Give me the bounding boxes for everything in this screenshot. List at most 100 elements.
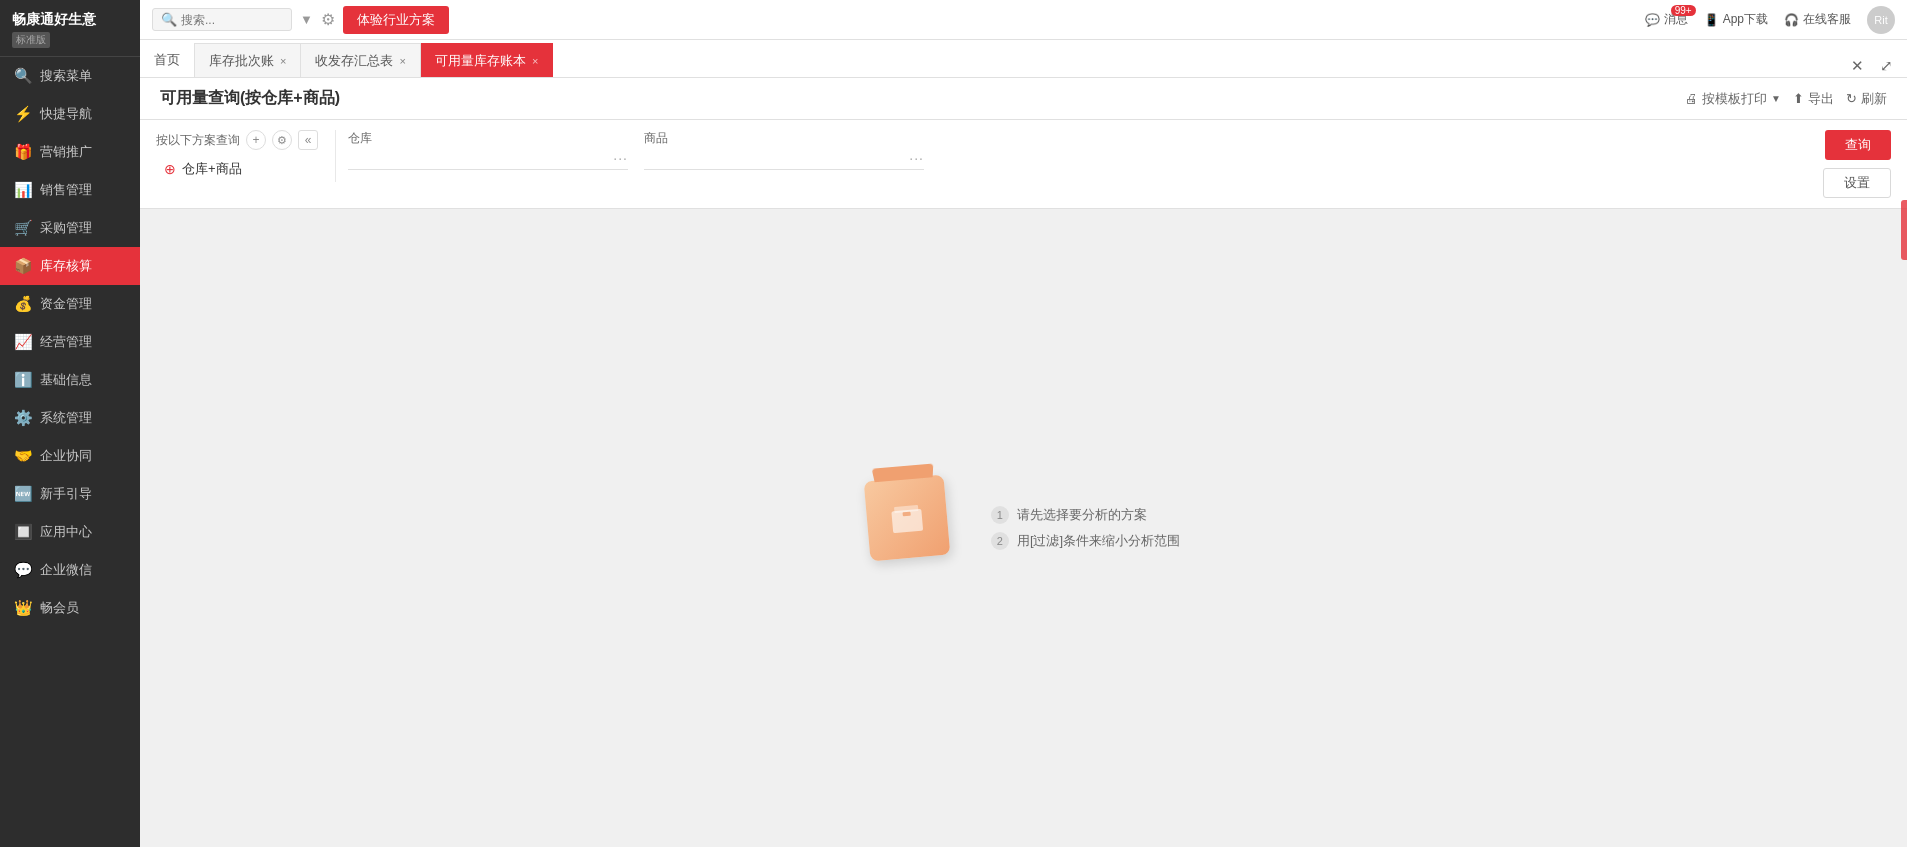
query-button[interactable]: 查询	[1825, 130, 1891, 160]
scheme-settings-button[interactable]: ⚙	[272, 130, 292, 150]
system-icon: ⚙️	[14, 409, 32, 427]
tab-stock-summary-close[interactable]: ×	[399, 55, 405, 67]
goods-input[interactable]	[644, 151, 903, 166]
goods-input-wrapper: ···	[644, 150, 924, 170]
user-avatar[interactable]: Rit	[1867, 6, 1895, 34]
sidebar-item-inventory[interactable]: 📦 库存核算	[0, 247, 140, 285]
tab-expand-button[interactable]: ⤢	[1874, 55, 1899, 77]
sidebar-item-shortcut[interactable]: ⚡ 快捷导航	[0, 95, 140, 133]
refresh-label: 刷新	[1861, 90, 1887, 108]
empty-state: 1 请先选择要分析的方案 2 用[过滤]条件来缩小分析范围	[867, 478, 1180, 578]
purchase-icon: 🛒	[14, 219, 32, 237]
scheme-item-warehouse-goods[interactable]: ⊕ 仓库+商品	[156, 156, 323, 182]
collapse-scheme-button[interactable]: «	[298, 130, 318, 150]
sidebar-item-search-label: 搜索菜单	[40, 67, 126, 85]
sidebar-item-wechat[interactable]: 💬 企业微信	[0, 551, 140, 589]
print-template-button[interactable]: 🖨 按模板打印 ▼	[1685, 90, 1781, 108]
phone-icon: 📱	[1704, 13, 1719, 27]
scheme-item-label: 仓库+商品	[182, 160, 242, 178]
top-search-input[interactable]	[181, 13, 281, 27]
print-label: 按模板打印	[1702, 90, 1767, 108]
refresh-button[interactable]: ↻ 刷新	[1846, 90, 1887, 108]
sidebar-item-basic[interactable]: ℹ️ 基础信息	[0, 361, 140, 399]
sidebar: 畅康通好生意 标准版 🔍 搜索菜单 ⚡ 快捷导航 🎁 营销推广 📊 销售管理 🛒…	[0, 0, 140, 847]
top-bar: 🔍 ▼ ⚙ 体验行业方案 💬 消息 99+ 📱 App下载 🎧 在线客服 Rit	[140, 0, 1907, 40]
warehouse-label: 仓库	[348, 130, 628, 147]
tab-available-ledger-close[interactable]: ×	[532, 55, 538, 67]
tab-close-button[interactable]: ✕	[1845, 55, 1870, 77]
dropdown-arrow-icon[interactable]: ▼	[300, 12, 313, 27]
hint-text-2: 用[过滤]条件来缩小分析范围	[1017, 532, 1180, 550]
sidebar-item-purchase-label: 采购管理	[40, 219, 126, 237]
empty-hint-1: 1 请先选择要分析的方案	[991, 506, 1180, 524]
trial-industry-button[interactable]: 体验行业方案	[343, 6, 449, 34]
empty-illustration	[867, 478, 967, 578]
app-download-label: App下载	[1723, 11, 1768, 28]
scheme-warehouse-icon: ⊕	[164, 161, 176, 177]
warehouse-more-icon[interactable]: ···	[613, 150, 628, 166]
empty-hint-2: 2 用[过滤]条件来缩小分析范围	[991, 532, 1180, 550]
sidebar-header: 畅康通好生意 标准版	[0, 0, 140, 57]
setting-button[interactable]: 设置	[1823, 168, 1891, 198]
tab-batch-ledger-close[interactable]: ×	[280, 55, 286, 67]
sidebar-item-sales[interactable]: 📊 销售管理	[0, 171, 140, 209]
avatar-text: Rit	[1874, 14, 1887, 26]
sidebar-item-wechat-label: 企业微信	[40, 561, 126, 579]
content-area: 1 请先选择要分析的方案 2 用[过滤]条件来缩小分析范围	[140, 209, 1907, 847]
message-badge: 99+	[1671, 5, 1696, 16]
sidebar-item-guide[interactable]: 🆕 新手引导	[0, 475, 140, 513]
hint-num-1: 1	[991, 506, 1009, 524]
wechat-icon: 💬	[14, 561, 32, 579]
message-button[interactable]: 💬 消息 99+	[1645, 11, 1688, 28]
sidebar-item-finance-label: 资金管理	[40, 295, 126, 313]
export-icon: ⬆	[1793, 91, 1804, 106]
scroll-indicator	[1901, 200, 1907, 260]
guide-icon: 🆕	[14, 485, 32, 503]
sidebar-item-system[interactable]: ⚙️ 系统管理	[0, 399, 140, 437]
refresh-icon: ↻	[1846, 91, 1857, 106]
tab-bar: 首页 库存批次账 × 收发存汇总表 × 可用量库存账本 × ✕ ⤢	[140, 40, 1907, 78]
box-illustration	[864, 475, 951, 562]
warehouse-input[interactable]	[348, 151, 607, 166]
top-bar-search-box[interactable]: 🔍	[152, 8, 292, 31]
app-download-button[interactable]: 📱 App下载	[1704, 11, 1768, 28]
tab-batch-ledger[interactable]: 库存批次账 ×	[195, 43, 301, 77]
sidebar-item-finance[interactable]: 💰 资金管理	[0, 285, 140, 323]
sidebar-item-shortcut-label: 快捷导航	[40, 105, 126, 123]
sidebar-item-operation[interactable]: 📈 经营管理	[0, 323, 140, 361]
goods-more-icon[interactable]: ···	[909, 150, 924, 166]
marketing-icon: 🎁	[14, 143, 32, 161]
search-icon-top: 🔍	[161, 12, 177, 27]
print-icon: 🖨	[1685, 91, 1698, 106]
online-service-button[interactable]: 🎧 在线客服	[1784, 11, 1851, 28]
headset-icon: 🎧	[1784, 13, 1799, 27]
warehouse-input-wrapper: ···	[348, 150, 628, 170]
sidebar-item-search[interactable]: 🔍 搜索菜单	[0, 57, 140, 95]
top-bar-right: 💬 消息 99+ 📱 App下载 🎧 在线客服 Rit	[1645, 6, 1895, 34]
filter-fields: 仓库 ··· 商品 ···	[348, 130, 1811, 170]
app-center-icon: 🔲	[14, 523, 32, 541]
export-button[interactable]: ⬆ 导出	[1793, 90, 1834, 108]
app-version: 标准版	[12, 32, 50, 48]
sidebar-item-purchase[interactable]: 🛒 采购管理	[0, 209, 140, 247]
page-title: 可用量查询(按仓库+商品)	[160, 88, 340, 109]
gear-icon[interactable]: ⚙	[321, 10, 335, 29]
main-area: 🔍 ▼ ⚙ 体验行业方案 💬 消息 99+ 📱 App下载 🎧 在线客服 Rit	[140, 0, 1907, 847]
sidebar-item-app-center-label: 应用中心	[40, 523, 126, 541]
tab-stock-summary[interactable]: 收发存汇总表 ×	[301, 43, 420, 77]
add-scheme-button[interactable]: +	[246, 130, 266, 150]
scheme-header-label: 按以下方案查询	[156, 132, 240, 149]
tab-home[interactable]: 首页	[140, 43, 195, 77]
sidebar-item-member-label: 畅会员	[40, 599, 126, 617]
filter-action-buttons: 查询 设置	[1823, 130, 1891, 198]
tab-right-buttons: ✕ ⤢	[1845, 55, 1907, 77]
sidebar-item-marketing[interactable]: 🎁 营销推广	[0, 133, 140, 171]
page-header-actions: 🖨 按模板打印 ▼ ⬆ 导出 ↻ 刷新	[1685, 90, 1887, 108]
sidebar-item-app-center[interactable]: 🔲 应用中心	[0, 513, 140, 551]
tab-available-ledger-label: 可用量库存账本	[435, 52, 526, 70]
sidebar-item-enterprise[interactable]: 🤝 企业协同	[0, 437, 140, 475]
sidebar-item-sales-label: 销售管理	[40, 181, 126, 199]
tab-available-ledger[interactable]: 可用量库存账本 ×	[421, 43, 553, 77]
sales-icon: 📊	[14, 181, 32, 199]
sidebar-item-member[interactable]: 👑 畅会员	[0, 589, 140, 627]
